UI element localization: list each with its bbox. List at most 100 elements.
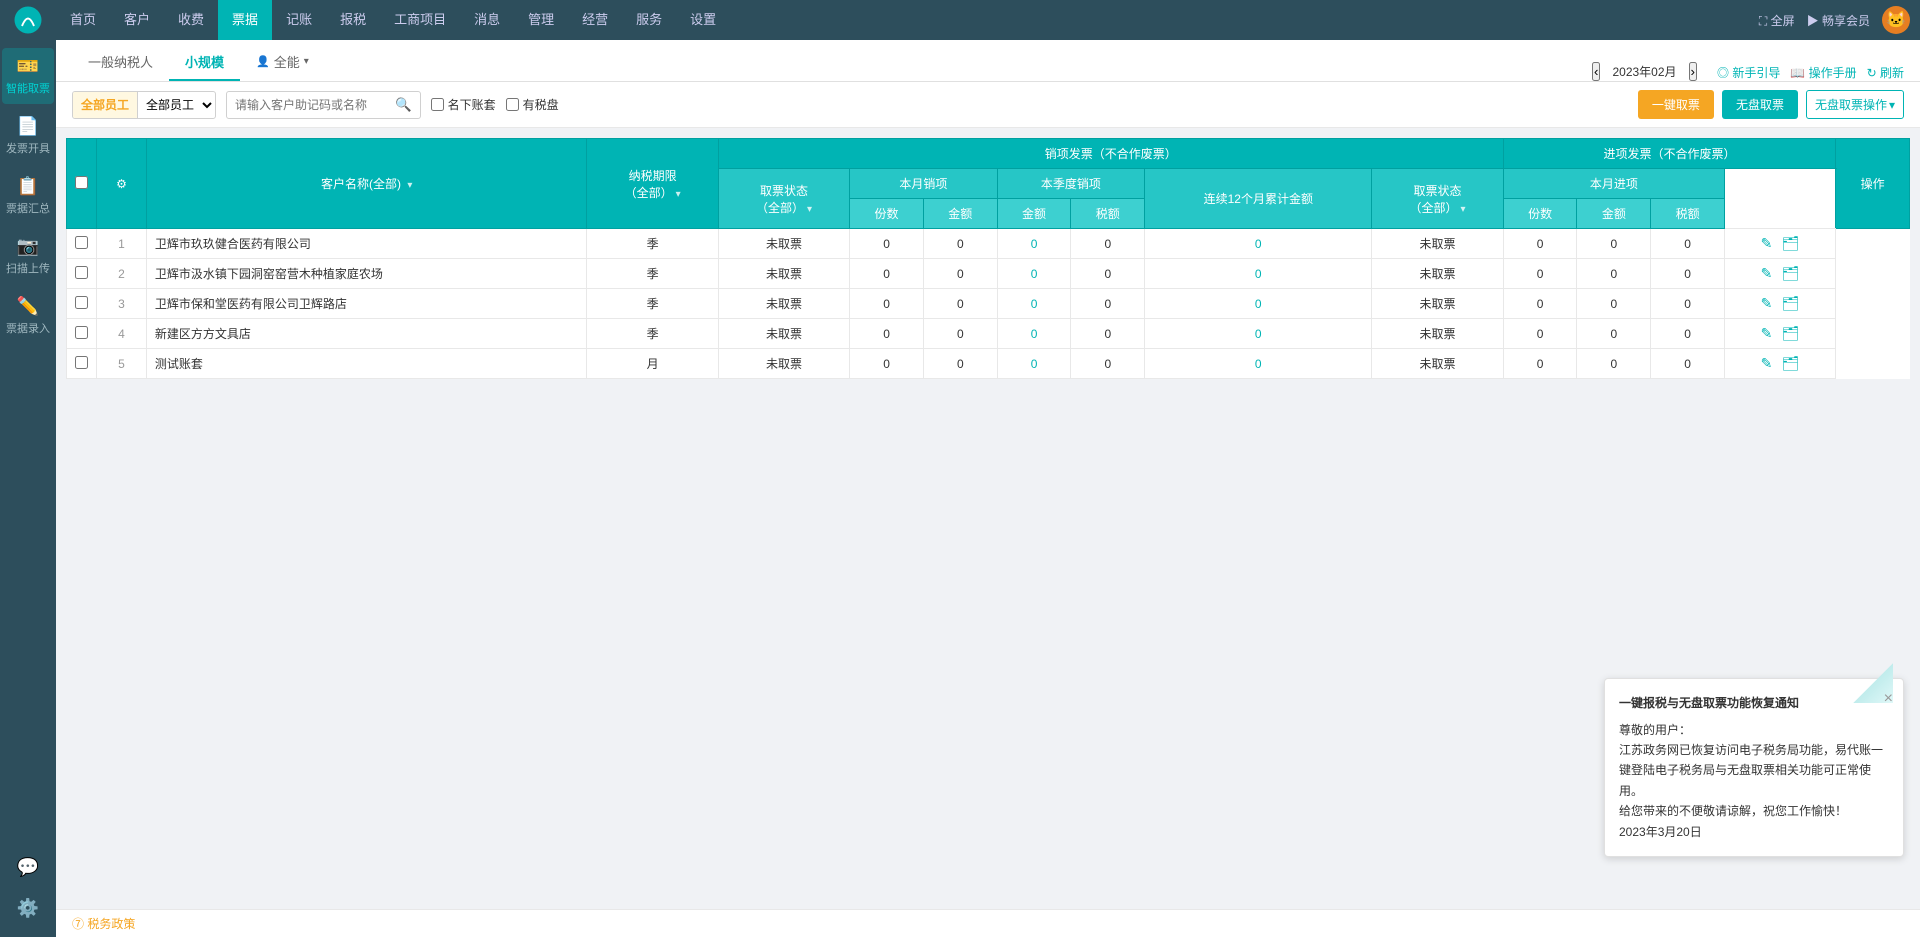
nav-manage[interactable]: 管理 [514,0,568,40]
search-input[interactable] [227,98,387,112]
newbie-guide-btn[interactable]: ◎ 新手引导 [1717,64,1780,81]
gear-col-icon[interactable]: ⚙ [116,177,127,191]
row-period: 月 [587,349,718,379]
nav-home[interactable]: 首页 [56,0,110,40]
row-checkbox-cell[interactable] [67,259,97,289]
search-button[interactable]: 🔍 [387,97,420,113]
row-sales-12month[interactable]: 0 [1145,319,1372,349]
row-edit-icon[interactable]: ✎ [1761,295,1773,311]
sidebar-item-smart-ticket[interactable]: 🎫 智能取票 [2,48,54,104]
row-edit-icon[interactable]: ✎ [1761,325,1773,341]
row-purchase-month-tax: 0 [1651,349,1725,379]
select-all-checkbox[interactable] [75,176,88,189]
user-avatar[interactable]: 🐱 [1882,6,1910,34]
row-actions: ✎ 🗂 [1724,349,1835,379]
sidebar-item-scan[interactable]: 📷 扫描上传 [2,228,54,284]
nav-services[interactable]: 服务 [622,0,676,40]
row-period: 季 [587,319,718,349]
row-sales-quarter-amount[interactable]: 0 [997,319,1071,349]
row-detail-icon[interactable]: 🗂 [1782,235,1800,251]
next-period-btn[interactable]: › [1689,62,1697,81]
row-sales-12month[interactable]: 0 [1145,259,1372,289]
no-disk-btn[interactable]: 无盘取票 [1722,90,1798,119]
row-checkbox-cell[interactable] [67,229,97,259]
row-checkbox-2[interactable] [75,296,88,309]
th-checkbox [67,139,97,229]
row-edit-icon[interactable]: ✎ [1761,265,1773,281]
no-disk-ops-btn[interactable]: 无盘取票操作 ▾ [1806,90,1904,119]
nav-messages[interactable]: 消息 [460,0,514,40]
th-purchase-ticket-status: 取票状态（全部）▾ [1372,169,1503,229]
tab-small-scale[interactable]: 小规模 [169,44,240,81]
my-accounts-checkbox-label[interactable]: 名下账套 [431,96,496,113]
notification-close-btn[interactable]: × [1884,685,1893,712]
row-sales-quarter-amount[interactable]: 0 [997,349,1071,379]
row-sales-month-count: 0 [850,349,924,379]
row-sales-month-count: 0 [850,289,924,319]
notification-body: 尊敬的用户：江苏政务网已恢复访问电子税务局功能，易代账一键登陆电子税务局与无盘取… [1619,720,1889,842]
nav-accounting[interactable]: 记账 [272,0,326,40]
notification-title: 一键报税与无盘取票功能恢复通知 [1619,693,1889,713]
nav-operations[interactable]: 经营 [568,0,622,40]
row-checkbox-cell[interactable] [67,319,97,349]
nav-settings[interactable]: 设置 [676,0,730,40]
employee-select[interactable]: 全部员工 [138,92,215,118]
nav-tickets[interactable]: 票据 [218,0,272,40]
row-sales-12month[interactable]: 0 [1145,229,1372,259]
bottom-bar[interactable]: ⑦ 税务政策 [56,909,1920,937]
tax-policy-link[interactable]: ⑦ 税务政策 [72,915,135,932]
employee-filter[interactable]: 全部员工 全部员工 [72,91,216,119]
row-sales-12month[interactable]: 0 [1145,349,1372,379]
row-detail-icon[interactable]: 🗂 [1782,295,1800,311]
row-checkbox-0[interactable] [75,236,88,249]
tab-all[interactable]: 👤 全能 ▾ [240,44,325,81]
nav-billing[interactable]: 收费 [164,0,218,40]
refresh-btn[interactable]: ↻ 刷新 [1867,64,1904,81]
tab-bar: 一般纳税人 小规模 👤 全能 ▾ ‹ 2023年02月 › ◎ 新手引导 📖 操… [56,40,1920,82]
row-checkbox-3[interactable] [75,326,88,339]
prev-period-btn[interactable]: ‹ [1592,62,1600,81]
row-detail-icon[interactable]: 🗂 [1782,325,1800,341]
sidebar-item-help[interactable]: 💬 [2,849,54,886]
tab-small-label: 小规模 [185,52,224,71]
tax-disk-checkbox-label[interactable]: 有税盘 [506,96,559,113]
row-sales-quarter-amount[interactable]: 0 [997,289,1071,319]
row-sales-12month[interactable]: 0 [1145,289,1372,319]
purchase-status-filter-icon[interactable]: ▾ [1461,204,1466,215]
row-actions: ✎ 🗂 [1724,229,1835,259]
my-accounts-checkbox[interactable] [431,98,444,111]
tab-general-taxpayer[interactable]: 一般纳税人 [72,44,169,81]
sidebar-item-entry[interactable]: ✏️ 票据录入 [2,288,54,344]
row-edit-icon[interactable]: ✎ [1761,355,1773,371]
tax-period-filter-icon[interactable]: ▾ [676,189,681,200]
manual-btn[interactable]: 📖 操作手册 [1790,64,1856,81]
row-detail-icon[interactable]: 🗂 [1782,265,1800,281]
nav-tax[interactable]: 报税 [326,0,380,40]
member-btn[interactable]: ▶ 畅享会员 [1807,12,1870,29]
app-logo[interactable] [10,2,46,38]
row-edit-icon[interactable]: ✎ [1761,235,1773,251]
nav-business[interactable]: 工商项目 [380,0,460,40]
fullscreen-btn[interactable]: ⛶ 全屏 [1759,12,1795,29]
row-checkbox-4[interactable] [75,356,88,369]
tax-disk-checkbox[interactable] [506,98,519,111]
row-checkbox-cell[interactable] [67,349,97,379]
row-sales-quarter-amount[interactable]: 0 [997,229,1071,259]
row-sales-quarter-amount[interactable]: 0 [997,259,1071,289]
row-purchase-month-amount: 0 [1577,229,1651,259]
one-click-btn[interactable]: 一键取票 [1638,90,1714,119]
row-checkbox-1[interactable] [75,266,88,279]
customer-filter-icon[interactable]: ▾ [407,180,412,191]
sidebar-bottom: 💬 ⚙️ [2,849,54,937]
sales-status-filter-icon[interactable]: ▾ [807,204,812,215]
row-detail-icon[interactable]: 🗂 [1782,355,1800,371]
row-sales-month-amount: 0 [923,319,997,349]
main-table: ⚙ 客户名称(全部) ▾ 纳税期限（全部）▾ 销项发票（不合作废票） 进项发票（ [66,138,1910,379]
sidebar-item-summary[interactable]: 📋 票据汇总 [2,168,54,224]
nav-customers[interactable]: 客户 [110,0,164,40]
notification-popup: × 一键报税与无盘取票功能恢复通知 尊敬的用户：江苏政务网已恢复访问电子税务局功… [1604,678,1904,857]
sidebar-item-issue-invoice[interactable]: 📄 发票开具 [2,108,54,164]
sidebar-item-settings[interactable]: ⚙️ [2,890,54,927]
row-sales-month-amount: 0 [923,229,997,259]
row-checkbox-cell[interactable] [67,289,97,319]
